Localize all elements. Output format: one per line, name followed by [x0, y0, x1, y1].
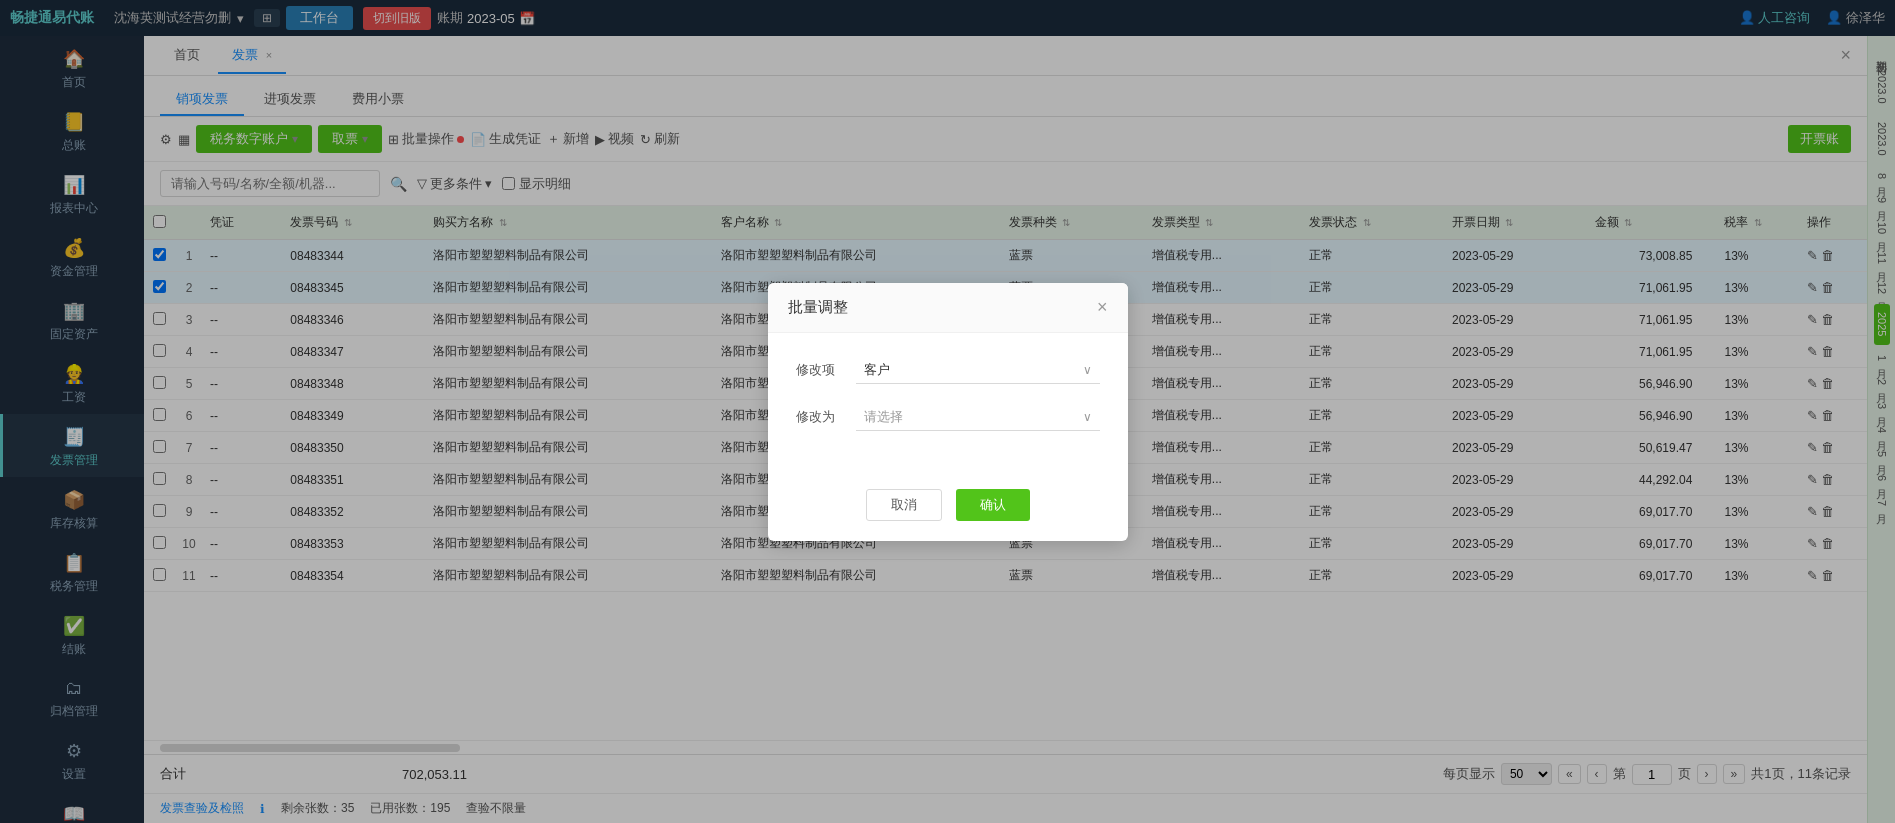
modal-overlay: 批量调整 × 修改项 客户 ∨ 修改为 请选择 ∨ 取消 确认 — [0, 0, 1895, 823]
modal-title: 批量调整 — [788, 298, 848, 317]
modify-field-select[interactable]: 客户 ∨ — [856, 357, 1100, 384]
modify-field-label: 修改项 — [796, 361, 856, 379]
modal-cancel-btn[interactable]: 取消 — [866, 489, 942, 521]
modify-to-chevron-icon: ∨ — [1083, 410, 1092, 424]
modal-body: 修改项 客户 ∨ 修改为 请选择 ∨ — [768, 333, 1128, 475]
modal-close-btn[interactable]: × — [1097, 297, 1108, 318]
modal-field-row: 修改项 客户 ∨ — [796, 357, 1100, 384]
modify-field-chevron-icon: ∨ — [1083, 363, 1092, 377]
batch-adjust-modal: 批量调整 × 修改项 客户 ∨ 修改为 请选择 ∨ 取消 确认 — [768, 283, 1128, 541]
modify-to-select[interactable]: 请选择 ∨ — [856, 404, 1100, 431]
modal-confirm-btn[interactable]: 确认 — [956, 489, 1030, 521]
modify-to-label: 修改为 — [796, 408, 856, 426]
modal-footer: 取消 确认 — [768, 475, 1128, 541]
modal-header: 批量调整 × — [768, 283, 1128, 333]
modal-value-row: 修改为 请选择 ∨ — [796, 404, 1100, 431]
